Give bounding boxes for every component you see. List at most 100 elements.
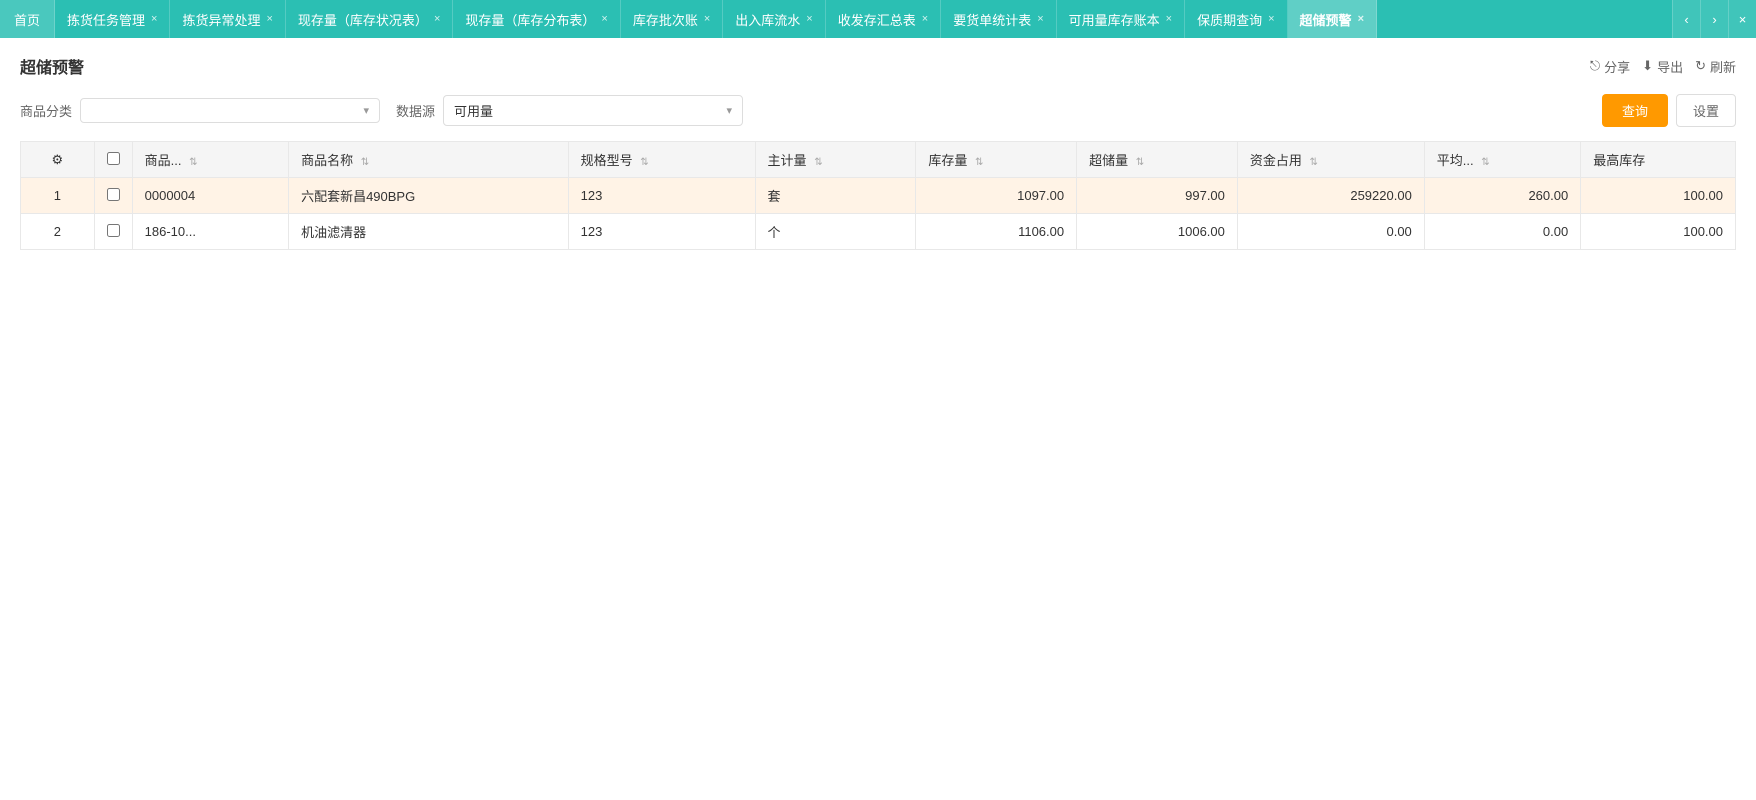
- row-1-product-code: 0000004: [132, 178, 288, 214]
- row-2-capital: 0.00: [1237, 214, 1424, 250]
- sort-product-name-icon: ⇅: [361, 157, 369, 168]
- page-title: 超储预警: [20, 54, 84, 78]
- row-2-num: 2: [21, 214, 95, 250]
- tab-3[interactable]: 现存量（库存状况表） ×: [286, 0, 453, 38]
- product-category-select[interactable]: ▾: [80, 98, 380, 123]
- tab-10[interactable]: 保质期查询 ×: [1185, 0, 1287, 38]
- row-2-over-stock: 1006.00: [1077, 214, 1238, 250]
- row-2-checkbox[interactable]: [107, 224, 120, 237]
- product-category-label: 商品分类: [20, 101, 72, 120]
- export-button[interactable]: ⬇ 导出: [1642, 57, 1683, 76]
- col-header-unit[interactable]: 主计量 ⇅: [755, 142, 916, 178]
- col-header-product-code[interactable]: 商品... ⇅: [132, 142, 288, 178]
- row-1-stock: 1097.00: [916, 178, 1077, 214]
- nav-arrows: ‹ › ×: [1672, 0, 1756, 38]
- row-1-checkbox[interactable]: [107, 188, 120, 201]
- sort-over-stock-icon: ⇅: [1136, 157, 1144, 168]
- header-row: ⚙ 商品... ⇅ 商品名称 ⇅ 规格型号 ⇅ 主计量: [21, 142, 1736, 178]
- row-1-over-stock: 997.00: [1077, 178, 1238, 214]
- table-row: 1 0000004 六配套新昌490BPG 123 套 1097.00 997.…: [21, 178, 1736, 214]
- share-button[interactable]: ⎋ 分享: [1590, 57, 1630, 76]
- tab-2[interactable]: 拣货异常处理 ×: [170, 0, 285, 38]
- settings-icon: ⚙: [51, 152, 63, 167]
- col-header-stock[interactable]: 库存量 ⇅: [916, 142, 1077, 178]
- tab-1[interactable]: 拣货任务管理 ×: [55, 0, 170, 38]
- close-tab-11-icon[interactable]: ×: [1358, 13, 1364, 25]
- refresh-button[interactable]: ↻ 刷新: [1695, 57, 1736, 76]
- top-nav: 首页 拣货任务管理 × 拣货异常处理 × 现存量（库存状况表） × 现存量（库存…: [0, 0, 1756, 38]
- row-1-spec: 123: [568, 178, 755, 214]
- col-header-spec[interactable]: 规格型号 ⇅: [568, 142, 755, 178]
- row-1-avg: 260.00: [1424, 178, 1580, 214]
- col-header-max-stock[interactable]: 最高库存: [1581, 142, 1736, 178]
- close-tab-10-icon[interactable]: ×: [1268, 13, 1274, 25]
- table-body: 1 0000004 六配套新昌490BPG 123 套 1097.00 997.…: [21, 178, 1736, 250]
- close-tab-3-icon[interactable]: ×: [434, 13, 440, 25]
- row-2-max-stock: 100.00: [1581, 214, 1736, 250]
- row-2-checkbox-cell[interactable]: [94, 214, 132, 250]
- data-source-dropdown-icon: ▾: [727, 104, 733, 117]
- row-2-avg: 0.00: [1424, 214, 1580, 250]
- share-icon: ⎋: [1590, 58, 1600, 74]
- table-header: ⚙ 商品... ⇅ 商品名称 ⇅ 规格型号 ⇅ 主计量: [21, 142, 1736, 178]
- row-1-capital: 259220.00: [1237, 178, 1424, 214]
- nav-close-button[interactable]: ×: [1728, 0, 1756, 38]
- data-source-value: 可用量: [454, 101, 726, 120]
- nav-next-button[interactable]: ›: [1700, 0, 1728, 38]
- data-source-filter: 数据源 可用量 ▾: [396, 95, 743, 126]
- filter-action-buttons: 查询 设置: [1602, 94, 1736, 127]
- data-source-label: 数据源: [396, 101, 435, 120]
- col-header-product-name[interactable]: 商品名称 ⇅: [289, 142, 569, 178]
- row-2-product-code: 186-10...: [132, 214, 288, 250]
- header-actions: ⎋ 分享 ⬇ 导出 ↻ 刷新: [1590, 57, 1736, 76]
- export-icon: ⬇: [1642, 58, 1653, 74]
- page-header: 超储预警 ⎋ 分享 ⬇ 导出 ↻ 刷新: [20, 54, 1736, 78]
- col-header-checkbox[interactable]: [94, 142, 132, 178]
- col-header-over-stock[interactable]: 超储量 ⇅: [1077, 142, 1238, 178]
- close-tab-6-icon[interactable]: ×: [806, 13, 812, 25]
- select-all-checkbox[interactable]: [107, 152, 120, 165]
- close-tab-5-icon[interactable]: ×: [704, 13, 710, 25]
- query-button[interactable]: 查询: [1602, 94, 1668, 127]
- row-2-product-name: 机油滤清器: [289, 214, 569, 250]
- sort-stock-icon: ⇅: [975, 157, 983, 168]
- tab-4[interactable]: 现存量（库存分布表） ×: [453, 0, 620, 38]
- row-1-max-stock: 100.00: [1581, 178, 1736, 214]
- product-category-filter: 商品分类 ▾: [20, 98, 380, 123]
- row-2-unit: 个: [755, 214, 916, 250]
- row-1-unit: 套: [755, 178, 916, 214]
- nav-home[interactable]: 首页: [0, 0, 55, 38]
- sort-product-code-icon: ⇅: [189, 157, 197, 168]
- col-header-settings[interactable]: ⚙: [21, 142, 95, 178]
- settings-button[interactable]: 设置: [1676, 94, 1736, 127]
- tab-11[interactable]: 超储预警 ×: [1288, 0, 1377, 38]
- product-category-dropdown-icon: ▾: [363, 104, 369, 117]
- page-content: 超储预警 ⎋ 分享 ⬇ 导出 ↻ 刷新 商品分类 ▾ 数据源: [0, 38, 1756, 266]
- data-table: ⚙ 商品... ⇅ 商品名称 ⇅ 规格型号 ⇅ 主计量: [20, 141, 1736, 250]
- close-tab-2-icon[interactable]: ×: [266, 13, 272, 25]
- table-row: 2 186-10... 机油滤清器 123 个 1106.00 1006.00 …: [21, 214, 1736, 250]
- tab-9[interactable]: 可用量库存账本 ×: [1057, 0, 1185, 38]
- sort-unit-icon: ⇅: [814, 157, 822, 168]
- tab-5[interactable]: 库存批次账 ×: [621, 0, 723, 38]
- row-2-stock: 1106.00: [916, 214, 1077, 250]
- close-tab-7-icon[interactable]: ×: [922, 13, 928, 25]
- row-2-spec: 123: [568, 214, 755, 250]
- col-header-avg[interactable]: 平均... ⇅: [1424, 142, 1580, 178]
- sort-capital-icon: ⇅: [1310, 157, 1318, 168]
- close-tab-8-icon[interactable]: ×: [1037, 13, 1043, 25]
- nav-prev-button[interactable]: ‹: [1672, 0, 1700, 38]
- tab-7[interactable]: 收发存汇总表 ×: [826, 0, 941, 38]
- sort-spec-icon: ⇅: [640, 157, 648, 168]
- col-header-capital[interactable]: 资金占用 ⇅: [1237, 142, 1424, 178]
- row-1-checkbox-cell[interactable]: [94, 178, 132, 214]
- close-tab-1-icon[interactable]: ×: [151, 13, 157, 25]
- sort-avg-icon: ⇅: [1481, 157, 1489, 168]
- close-tab-9-icon[interactable]: ×: [1166, 13, 1172, 25]
- data-source-select[interactable]: 可用量 ▾: [443, 95, 743, 126]
- tab-8[interactable]: 要货单统计表 ×: [941, 0, 1056, 38]
- row-1-product-name: 六配套新昌490BPG: [289, 178, 569, 214]
- row-1-num: 1: [21, 178, 95, 214]
- close-tab-4-icon[interactable]: ×: [601, 13, 607, 25]
- tab-6[interactable]: 出入库流水 ×: [723, 0, 825, 38]
